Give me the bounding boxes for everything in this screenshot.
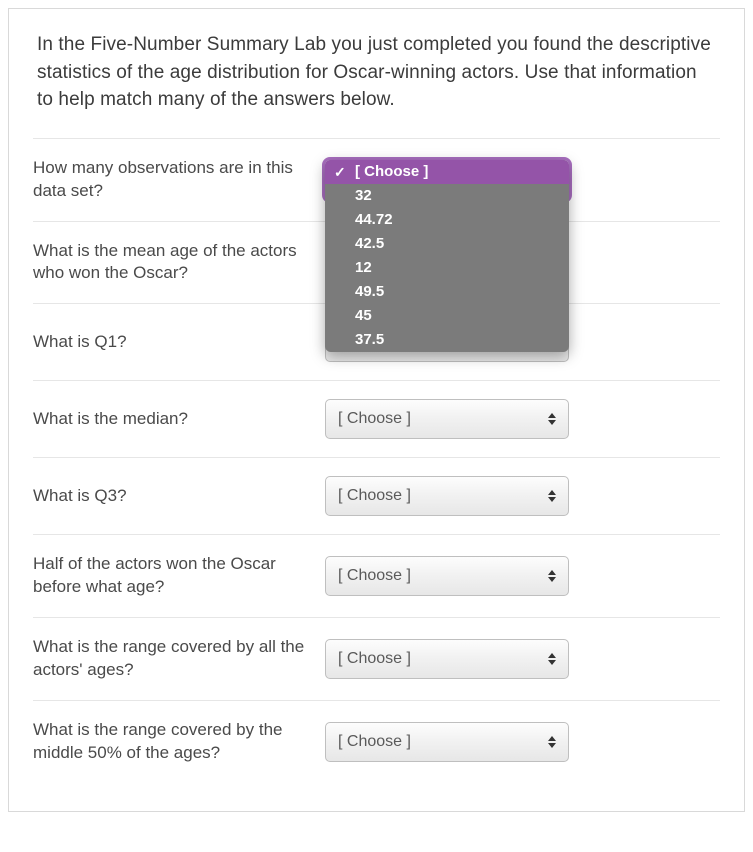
dropdown-option[interactable]: 12 [325, 256, 569, 280]
select-value: [ Choose ] [338, 650, 411, 668]
match-row: What is Q3? [ Choose ] [33, 457, 720, 534]
match-row: What is the median? [ Choose ] [33, 380, 720, 457]
answer-select-3[interactable]: [ Choose ] [325, 399, 569, 439]
dropdown-option[interactable]: 37.5 [325, 328, 569, 352]
question-prompt: In the Five-Number Summary Lab you just … [37, 31, 716, 114]
question-label: How many observations are in this data s… [33, 157, 325, 203]
answer-select-4[interactable]: [ Choose ] [325, 476, 569, 516]
answer-select-7[interactable]: [ Choose ] [325, 722, 569, 762]
question-label: What is the mean age of the actors who w… [33, 240, 325, 286]
select-value: [ Choose ] [338, 410, 411, 428]
dropdown-option[interactable]: 45 [325, 304, 569, 328]
dropdown-option[interactable]: 42.5 [325, 232, 569, 256]
match-row: What is the range covered by the middle … [33, 700, 720, 783]
question-label: Half of the actors won the Oscar before … [33, 553, 325, 599]
answer-select-6[interactable]: [ Choose ] [325, 639, 569, 679]
match-row: What is the range covered by all the act… [33, 617, 720, 700]
chevron-up-down-icon [548, 487, 558, 505]
select-value: [ Choose ] [338, 567, 411, 585]
select-wrap-3: [ Choose ] [325, 399, 569, 439]
question-label: What is the range covered by all the act… [33, 636, 325, 682]
select-wrap-5: [ Choose ] [325, 556, 569, 596]
match-row: How many observations are in this data s… [33, 138, 720, 221]
chevron-up-down-icon [548, 567, 558, 585]
question-label: What is Q1? [33, 331, 325, 354]
question-label: What is Q3? [33, 485, 325, 508]
question-card: In the Five-Number Summary Lab you just … [8, 8, 745, 812]
select-wrap-6: [ Choose ] [325, 639, 569, 679]
question-label: What is the median? [33, 408, 325, 431]
dropdown-option[interactable]: [ Choose ] [325, 160, 569, 184]
chevron-up-down-icon [548, 650, 558, 668]
chevron-up-down-icon [548, 733, 558, 751]
dropdown-option[interactable]: 32 [325, 184, 569, 208]
select-value: [ Choose ] [338, 487, 411, 505]
question-label: What is the range covered by the middle … [33, 719, 325, 765]
select-wrap-4: [ Choose ] [325, 476, 569, 516]
dropdown-option[interactable]: 49.5 [325, 280, 569, 304]
select-wrap-7: [ Choose ] [325, 722, 569, 762]
dropdown-option[interactable]: 44.72 [325, 208, 569, 232]
select-value: [ Choose ] [338, 733, 411, 751]
dropdown-menu: [ Choose ] 32 44.72 42.5 12 49.5 45 37.5 [325, 160, 569, 352]
match-row: Half of the actors won the Oscar before … [33, 534, 720, 617]
chevron-up-down-icon [548, 410, 558, 428]
answer-select-5[interactable]: [ Choose ] [325, 556, 569, 596]
select-wrap-0: [ Choose ] [ Choose ] 32 44.72 42.5 12 4… [325, 160, 569, 200]
